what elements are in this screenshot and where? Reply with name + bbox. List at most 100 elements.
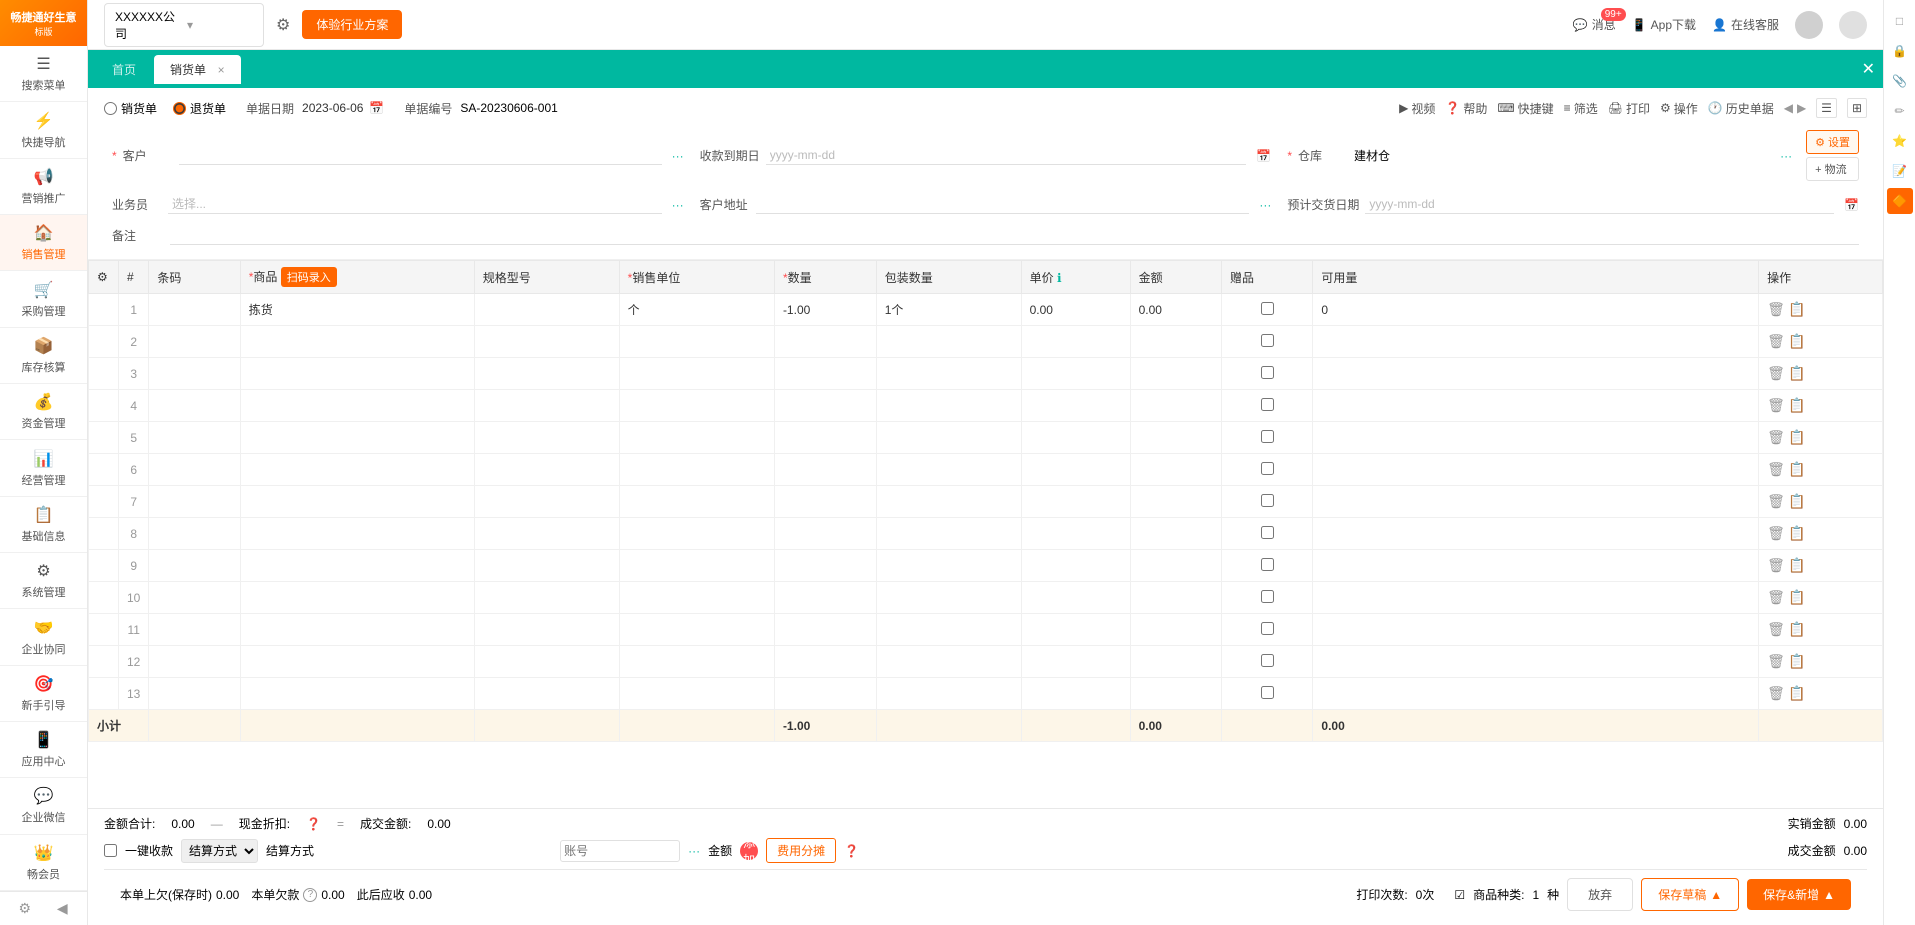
sidebar-item-operations[interactable]: 📊 经营管理 (0, 440, 87, 496)
abandon-button[interactable]: 放弃 (1567, 878, 1633, 911)
close-icon[interactable]: × (218, 63, 225, 77)
close-all-icon[interactable]: ✕ (1862, 59, 1875, 79)
cell-gift[interactable] (1222, 646, 1313, 678)
notes-input[interactable] (170, 226, 1859, 245)
list-view-button[interactable]: ☰ (1816, 98, 1837, 118)
delivery-calendar-icon[interactable]: 📅 (1844, 198, 1859, 212)
cell-product[interactable] (240, 550, 474, 582)
company-selector[interactable]: XXXXXX公司 ▾ (104, 3, 264, 47)
delete-icon[interactable]: 🗑 (1767, 525, 1785, 541)
cell-gift[interactable] (1222, 486, 1313, 518)
radio-sales-input[interactable] (104, 102, 117, 115)
copy-icon[interactable]: 📋 (1788, 333, 1805, 349)
delete-icon[interactable]: 🗑 (1767, 653, 1785, 669)
sidebar-item-system[interactable]: ⚙ 系统管理 (0, 553, 87, 609)
sidebar-item-sales[interactable]: 🏠 销售管理 (0, 215, 87, 271)
customer-input[interactable] (179, 146, 662, 165)
salesperson-dots-icon[interactable]: ··· (672, 198, 684, 212)
cell-gift[interactable] (1222, 678, 1313, 710)
prev-icon[interactable]: ◀ (1784, 101, 1793, 115)
cell-product[interactable] (240, 614, 474, 646)
app-download-button[interactable]: 📱 App下载 (1632, 16, 1696, 33)
payment-due-input[interactable] (766, 146, 1247, 165)
panel-btn-1[interactable]: □ (1887, 8, 1913, 34)
logistics-button[interactable]: + 物流 (1806, 157, 1859, 181)
message-button[interactable]: 💬 消息 99+ (1573, 16, 1616, 33)
expense-split-button[interactable]: 费用分摊 (766, 838, 836, 863)
sidebar-item-wechat[interactable]: 💬 企业微信 (0, 778, 87, 834)
cell-gift[interactable] (1222, 614, 1313, 646)
save-draft-button[interactable]: 保存草稿 ▲ (1641, 878, 1739, 911)
radio-return-order[interactable]: 退货单 (173, 100, 226, 117)
user-avatar[interactable] (1795, 11, 1823, 39)
cell-gift[interactable] (1222, 326, 1313, 358)
cell-product[interactable] (240, 358, 474, 390)
cell-gift[interactable] (1222, 422, 1313, 454)
delete-icon[interactable]: 🗑 (1767, 365, 1785, 381)
delete-icon[interactable]: 🗑 (1767, 621, 1785, 637)
cell-product[interactable] (240, 454, 474, 486)
filter-button[interactable]: ≡ 筛选 (1564, 100, 1598, 117)
sidebar-item-quick-nav[interactable]: ⚡ 快捷导航 (0, 102, 87, 158)
delete-icon[interactable]: 🗑 (1767, 333, 1785, 349)
help-button[interactable]: ❓ 帮助 (1445, 100, 1487, 117)
cell-gift[interactable] (1222, 550, 1313, 582)
delete-icon[interactable]: 🗑 (1767, 397, 1785, 413)
cell-gift[interactable] (1222, 518, 1313, 550)
panel-btn-2[interactable]: 🔒 (1887, 38, 1913, 64)
cell-product[interactable] (240, 390, 474, 422)
cell-product[interactable] (240, 646, 474, 678)
copy-icon[interactable]: 📋 (1788, 621, 1805, 637)
sidebar-item-member[interactable]: 👑 畅会员 (0, 835, 87, 891)
copy-icon[interactable]: 📋 (1788, 397, 1805, 413)
next-icon[interactable]: ▶ (1797, 101, 1806, 115)
help-icon-3[interactable]: ❓ (844, 844, 859, 858)
cell-gift[interactable] (1222, 294, 1313, 326)
scan-button[interactable]: 扫码录入 (281, 267, 337, 287)
sidebar-item-guide[interactable]: 🎯 新手引导 (0, 666, 87, 722)
delete-icon[interactable]: 🗑 (1767, 429, 1785, 445)
copy-icon[interactable]: 📋 (1788, 301, 1805, 317)
add-button[interactable]: 添加 (740, 842, 758, 860)
tab-home[interactable]: 首页 (96, 55, 152, 84)
sidebar-settings-btn[interactable]: ⚙ (8, 900, 42, 917)
cell-product[interactable] (240, 486, 474, 518)
cell-product[interactable] (240, 678, 474, 710)
radio-sales-order[interactable]: 销货单 (104, 100, 157, 117)
copy-icon[interactable]: 📋 (1788, 525, 1805, 541)
history-button[interactable]: 🕐 历史单据 (1708, 100, 1774, 117)
sidebar-collapse-btn[interactable]: ◀ (46, 900, 80, 917)
account-input[interactable] (560, 840, 680, 862)
shortcut-button[interactable]: ⌨ 快捷键 (1497, 100, 1553, 117)
cell-product[interactable] (240, 582, 474, 614)
panel-btn-3[interactable]: 📎 (1887, 68, 1913, 94)
delete-icon[interactable]: 🗑 (1767, 301, 1785, 317)
copy-icon[interactable]: 📋 (1788, 461, 1805, 477)
sidebar-item-inventory[interactable]: 📦 库存核算 (0, 328, 87, 384)
cell-gift[interactable] (1222, 582, 1313, 614)
sidebar-item-base-info[interactable]: 📋 基础信息 (0, 497, 87, 553)
delete-icon[interactable]: 🗑 (1767, 493, 1785, 509)
settings-button[interactable]: ⚙ 设置 (1806, 130, 1859, 154)
sidebar-item-finance[interactable]: 💰 资金管理 (0, 384, 87, 440)
cell-product[interactable] (240, 422, 474, 454)
sidebar-item-purchase[interactable]: 🛒 采购管理 (0, 271, 87, 327)
operation-button[interactable]: ⚙ 操作 (1660, 100, 1698, 117)
dots-account[interactable]: ··· (688, 844, 700, 858)
copy-icon[interactable]: 📋 (1788, 653, 1805, 669)
cell-gift[interactable] (1222, 454, 1313, 486)
sidebar-item-enterprise[interactable]: 🤝 企业协同 (0, 609, 87, 665)
calendar-icon[interactable]: 📅 (369, 101, 384, 115)
address-dots-icon[interactable]: ··· (1259, 198, 1271, 212)
customer-address-input[interactable] (756, 195, 1250, 214)
warehouse-dots-icon[interactable]: ··· (1780, 149, 1792, 163)
estimated-delivery-input[interactable] (1365, 195, 1834, 214)
salesperson-input[interactable] (168, 195, 662, 214)
delete-icon[interactable]: 🗑 (1767, 685, 1785, 701)
cell-gift[interactable] (1222, 358, 1313, 390)
payment-method-select[interactable]: 结算方式 (181, 839, 258, 863)
delete-icon[interactable]: 🗑 (1767, 557, 1785, 573)
card-view-button[interactable]: ⊞ (1847, 98, 1867, 118)
delete-icon[interactable]: 🗑 (1767, 589, 1785, 605)
copy-icon[interactable]: 📋 (1788, 557, 1805, 573)
